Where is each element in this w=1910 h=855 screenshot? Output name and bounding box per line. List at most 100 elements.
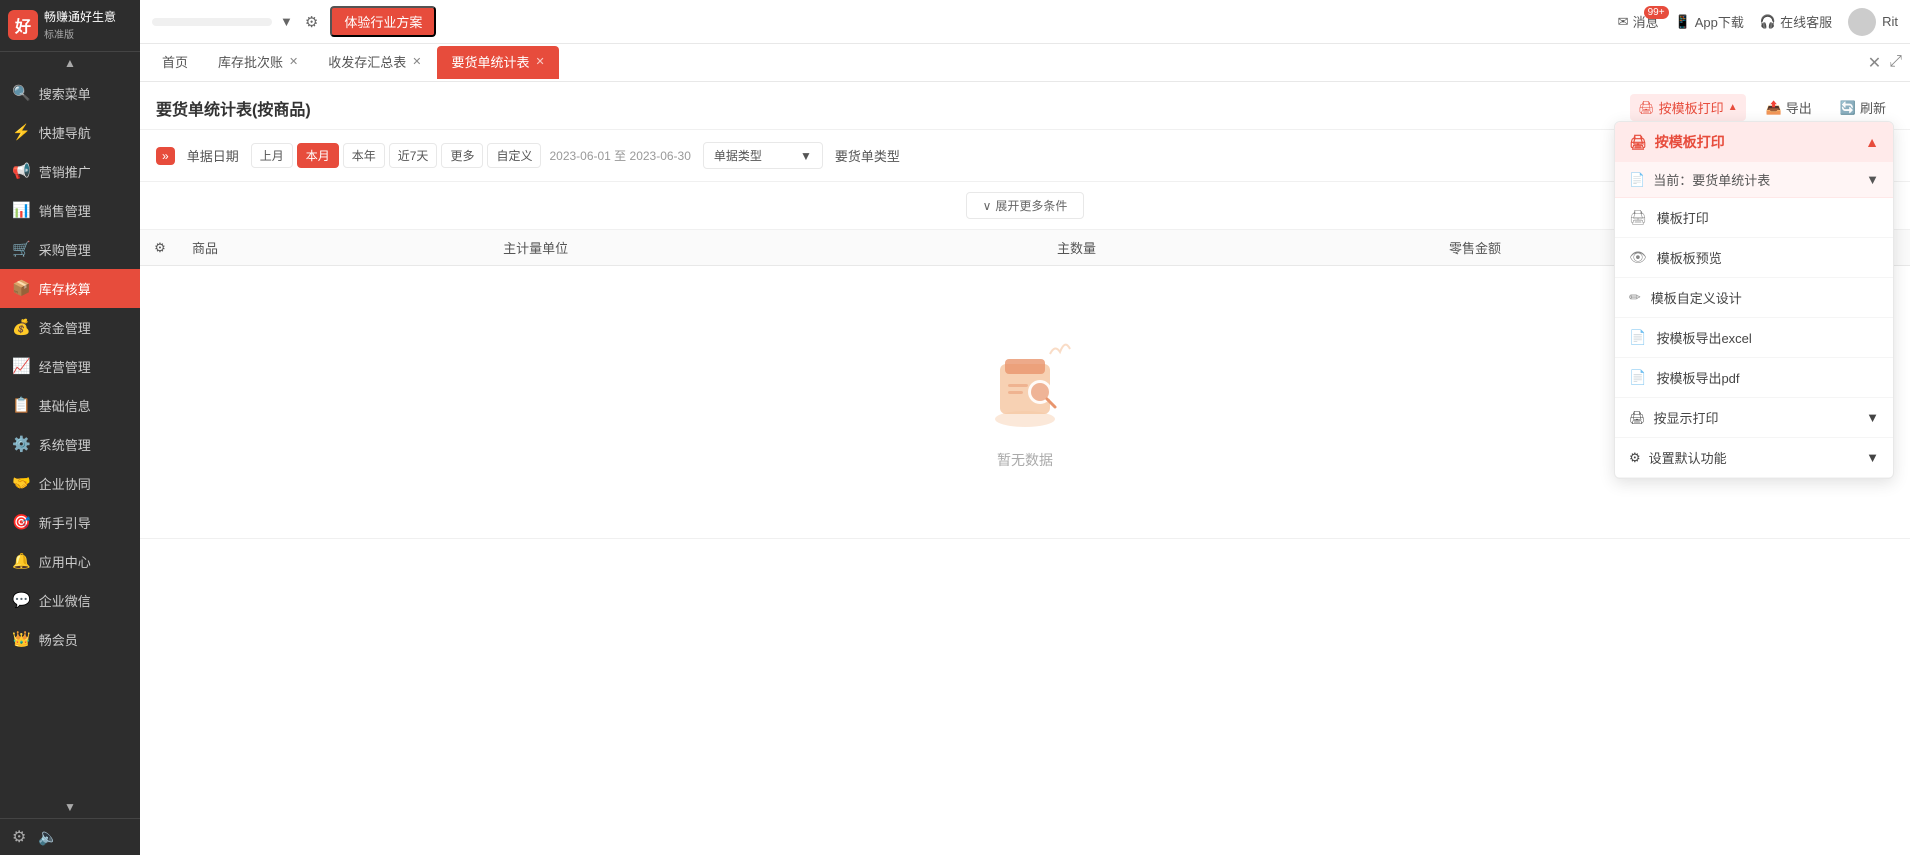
tab-close-all-icon[interactable]: ✕	[1868, 53, 1881, 73]
sidebar-item-purchase[interactable]: 🛒 采购管理	[0, 230, 140, 269]
print-header-icon: 🖨	[1629, 134, 1647, 151]
date-filter-label: 单据日期	[187, 146, 239, 165]
tab-order-summary[interactable]: 要货单统计表 ✕	[437, 46, 558, 79]
type-filter-chevron-icon: ▼	[800, 149, 812, 163]
tab-batch-close-icon[interactable]: ✕	[289, 55, 298, 68]
collab-icon: 🤝	[12, 474, 31, 492]
tab-receipt-label: 收发存汇总表	[328, 52, 406, 71]
topbar-search-box[interactable]	[152, 18, 272, 26]
sidebar-item-member-label: 畅会员	[39, 630, 78, 649]
col-unit: 主计量单位	[491, 230, 1045, 266]
topbar-right: ✉ 消息 99+ 📱 App下载 🎧 在线客服 Rit	[1618, 8, 1898, 36]
order-type-label: 要货单类型	[835, 146, 900, 165]
sidebar-bottom: ⚙ 🔈	[0, 818, 140, 855]
current-template-label: 当前：要货单统计表	[1653, 170, 1770, 189]
tab-expand-icon[interactable]: ⤢	[1889, 53, 1902, 73]
sidebar-item-sales[interactable]: 📊 销售管理	[0, 191, 140, 230]
export-pdf-label: 按模板导出pdf	[1656, 368, 1739, 387]
message-btn[interactable]: ✉ 消息 99+	[1618, 12, 1659, 31]
tab-receipt-summary[interactable]: 收发存汇总表 ✕	[314, 46, 435, 79]
print-dropdown: 🖨 按模板打印 ▲ 📄 当前：要货单统计表 ▼	[1614, 121, 1894, 479]
export-pdf-item[interactable]: 📄 按模板导出pdf	[1615, 358, 1893, 398]
purchase-icon: 🛒	[12, 240, 31, 258]
display-print-section[interactable]: 🖨 按显示打印 ▼	[1615, 398, 1893, 438]
template-preview-item[interactable]: 👁 模板板预览	[1615, 238, 1893, 278]
print-current-template[interactable]: 📄 当前：要货单统计表 ▼	[1615, 162, 1893, 198]
sidebar-item-basics-label: 基础信息	[39, 396, 91, 415]
date-custom-btn[interactable]: 自定义	[487, 143, 541, 168]
refresh-label: 刷新	[1860, 98, 1886, 117]
date-current-btn[interactable]: 本月	[297, 143, 339, 168]
topbar-gear-btn[interactable]: ⚙	[301, 9, 322, 35]
sidebar-item-finance-label: 资金管理	[39, 318, 91, 337]
topbar-dropdown-chevron[interactable]: ▼	[280, 14, 293, 29]
page-content: 要货单统计表(按商品) 🖨 按模板打印 ▲ 🖨 按模板打印	[140, 82, 1910, 855]
online-service-btn[interactable]: 🎧 在线客服	[1760, 12, 1832, 31]
app-download-btn[interactable]: 📱 App下载	[1675, 12, 1744, 31]
tab-order-close-icon[interactable]: ✕	[536, 55, 545, 68]
expand-more-btn[interactable]: ∨ 展开更多条件	[966, 192, 1085, 219]
apps-icon: 🔔	[12, 552, 31, 570]
display-print-icon: 🖨	[1629, 410, 1646, 426]
refresh-btn[interactable]: 🔄 刷新	[1832, 94, 1894, 121]
template-design-item[interactable]: ✏ 模板自定义设计	[1615, 278, 1893, 318]
sidebar-item-search-label: 搜索菜单	[39, 84, 91, 103]
search-icon: 🔍	[12, 84, 31, 102]
sidebar-item-apps[interactable]: 🔔 应用中心	[0, 542, 140, 581]
scroll-down-btn[interactable]: ▼	[64, 800, 76, 814]
system-icon: ⚙️	[12, 435, 31, 453]
type-filter-dropdown[interactable]: 单据类型 ▼	[703, 142, 823, 169]
sidebar-item-guide-label: 新手引导	[39, 513, 91, 532]
wechat-icon: 💬	[12, 591, 31, 609]
expand-more-label: 展开更多条件	[995, 197, 1067, 214]
main-area: ▼ ⚙ 体验行业方案 ✉ 消息 99+ 📱 App下载 🎧 在线客服 Rit	[140, 0, 1910, 855]
sidebar-item-system[interactable]: ⚙️ 系统管理	[0, 425, 140, 464]
sidebar-item-collab[interactable]: 🤝 企业协同	[0, 464, 140, 503]
sidebar-item-quick-nav[interactable]: ⚡ 快捷导航	[0, 113, 140, 152]
sidebar-item-apps-label: 应用中心	[39, 552, 91, 571]
template-print-item[interactable]: 🖨 模板打印	[1615, 198, 1893, 238]
col-settings[interactable]: ⚙	[140, 230, 180, 266]
audio-icon[interactable]: 🔈	[38, 827, 58, 847]
app-download-label: App下载	[1695, 12, 1744, 31]
sidebar-item-inventory[interactable]: 📦 库存核算	[0, 269, 140, 308]
expand-more-icon: ∨	[983, 199, 992, 213]
date-week7-btn[interactable]: 近7天	[389, 143, 438, 168]
date-range-text: 2023-06-01 至 2023-06-30	[549, 147, 690, 164]
date-year-btn[interactable]: 本年	[343, 143, 385, 168]
message-icon: ✉	[1618, 14, 1629, 30]
print-dropdown-close-icon[interactable]: ▲	[1865, 134, 1879, 150]
print-btn[interactable]: 🖨 按模板打印 ▲	[1630, 94, 1745, 121]
scroll-up-btn[interactable]: ▲	[64, 56, 76, 70]
export-excel-item[interactable]: 📄 按模板导出excel	[1615, 318, 1893, 358]
tab-receipt-close-icon[interactable]: ✕	[412, 55, 421, 68]
settings-icon[interactable]: ⚙	[12, 827, 26, 847]
set-default-section[interactable]: ⚙ 设置默认功能 ▼	[1615, 438, 1893, 478]
sidebar-scroll-up[interactable]: ▲	[0, 52, 140, 74]
date-more-btn[interactable]: 更多	[441, 143, 483, 168]
sidebar-item-search[interactable]: 🔍 搜索菜单	[0, 74, 140, 113]
tab-batch-account[interactable]: 库存批次账 ✕	[204, 46, 312, 79]
export-btn[interactable]: 📤 导出	[1758, 94, 1820, 121]
sidebar-item-member[interactable]: 👑 畅会员	[0, 620, 140, 659]
sidebar-scroll-down[interactable]: ▼	[0, 796, 140, 818]
date-prev-btn[interactable]: 上月	[251, 143, 293, 168]
online-service-label: 在线客服	[1780, 12, 1832, 31]
filter-toggle-btn[interactable]: »	[156, 147, 175, 165]
sidebar-item-system-label: 系统管理	[39, 435, 91, 454]
sidebar-item-basics[interactable]: 📋 基础信息	[0, 386, 140, 425]
sidebar-item-finance[interactable]: 💰 资金管理	[0, 308, 140, 347]
sidebar-item-wechat[interactable]: 💬 企业微信	[0, 581, 140, 620]
page-title: 要货单统计表(按商品)	[156, 96, 311, 120]
sidebar-item-guide[interactable]: 🎯 新手引导	[0, 503, 140, 542]
sidebar-item-marketing[interactable]: 📢 营销推广	[0, 152, 140, 191]
guide-icon: 🎯	[12, 513, 31, 531]
tab-home[interactable]: 首页	[148, 46, 202, 79]
trial-btn[interactable]: 体验行业方案	[330, 6, 436, 37]
tab-home-label: 首页	[162, 52, 188, 71]
current-template-icon: 📄	[1629, 172, 1645, 188]
sidebar-item-operations[interactable]: 📈 经营管理	[0, 347, 140, 386]
user-menu[interactable]: Rit	[1848, 8, 1898, 36]
quick-nav-icon: ⚡	[12, 123, 31, 141]
col-quantity: 主数量	[1045, 230, 1437, 266]
